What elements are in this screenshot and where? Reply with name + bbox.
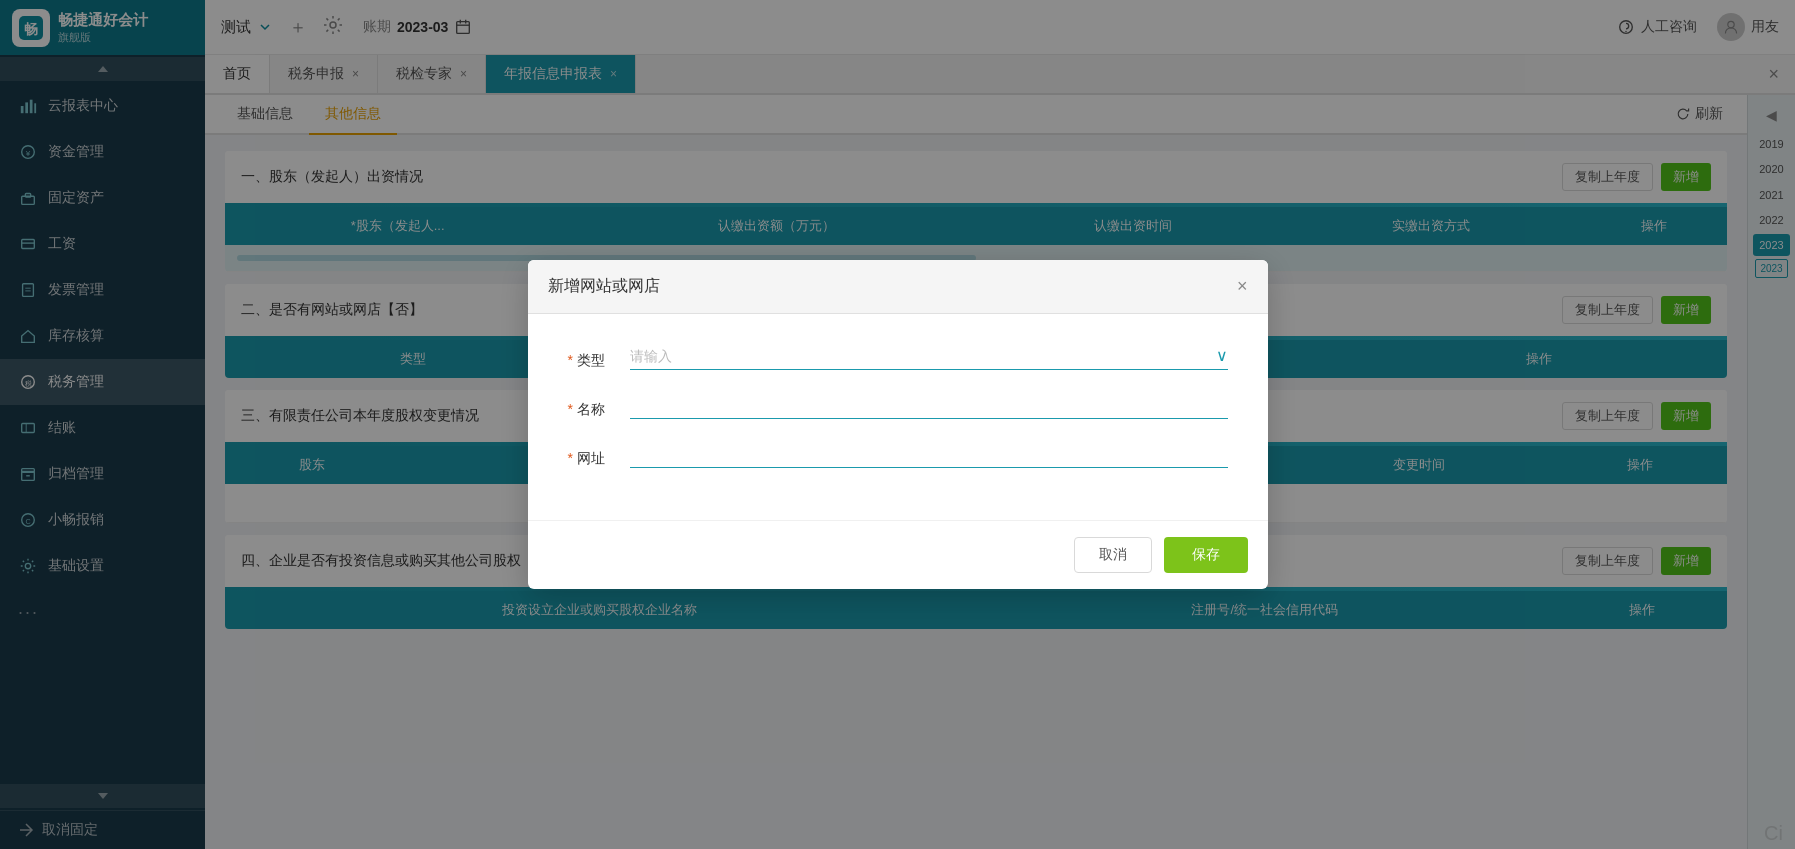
form-field-url [630,443,1228,468]
modal-overlay[interactable]: 新增网站或网店 × * 类型 ∨ * [0,0,1795,849]
url-input[interactable] [630,447,1228,463]
type-input-wrapper: ∨ [630,342,1228,370]
name-input-wrapper [630,394,1228,419]
form-field-name [630,394,1228,419]
modal-body: * 类型 ∨ * 名称 [528,314,1268,520]
required-star-name: * [568,401,573,417]
name-input[interactable] [630,398,1228,414]
modal-close-btn[interactable]: × [1237,276,1248,297]
required-star-url: * [568,450,573,466]
form-label-type: * 类型 [568,352,618,370]
url-input-wrapper [630,443,1228,468]
required-star-type: * [568,352,573,368]
modal-add-website: 新增网站或网店 × * 类型 ∨ * [528,260,1268,589]
form-row-type: * 类型 ∨ [568,342,1228,370]
form-field-type: ∨ [630,342,1228,370]
form-row-url: * 网址 [568,443,1228,468]
modal-title: 新增网站或网店 [548,276,660,297]
modal-header: 新增网站或网店 × [528,260,1268,314]
type-input[interactable] [630,348,1216,364]
cancel-btn[interactable]: 取消 [1074,537,1152,573]
form-label-url: * 网址 [568,450,618,468]
save-btn[interactable]: 保存 [1164,537,1248,573]
modal-footer: 取消 保存 [528,520,1268,589]
form-label-name: * 名称 [568,401,618,419]
type-dropdown-icon[interactable]: ∨ [1216,346,1228,365]
form-row-name: * 名称 [568,394,1228,419]
